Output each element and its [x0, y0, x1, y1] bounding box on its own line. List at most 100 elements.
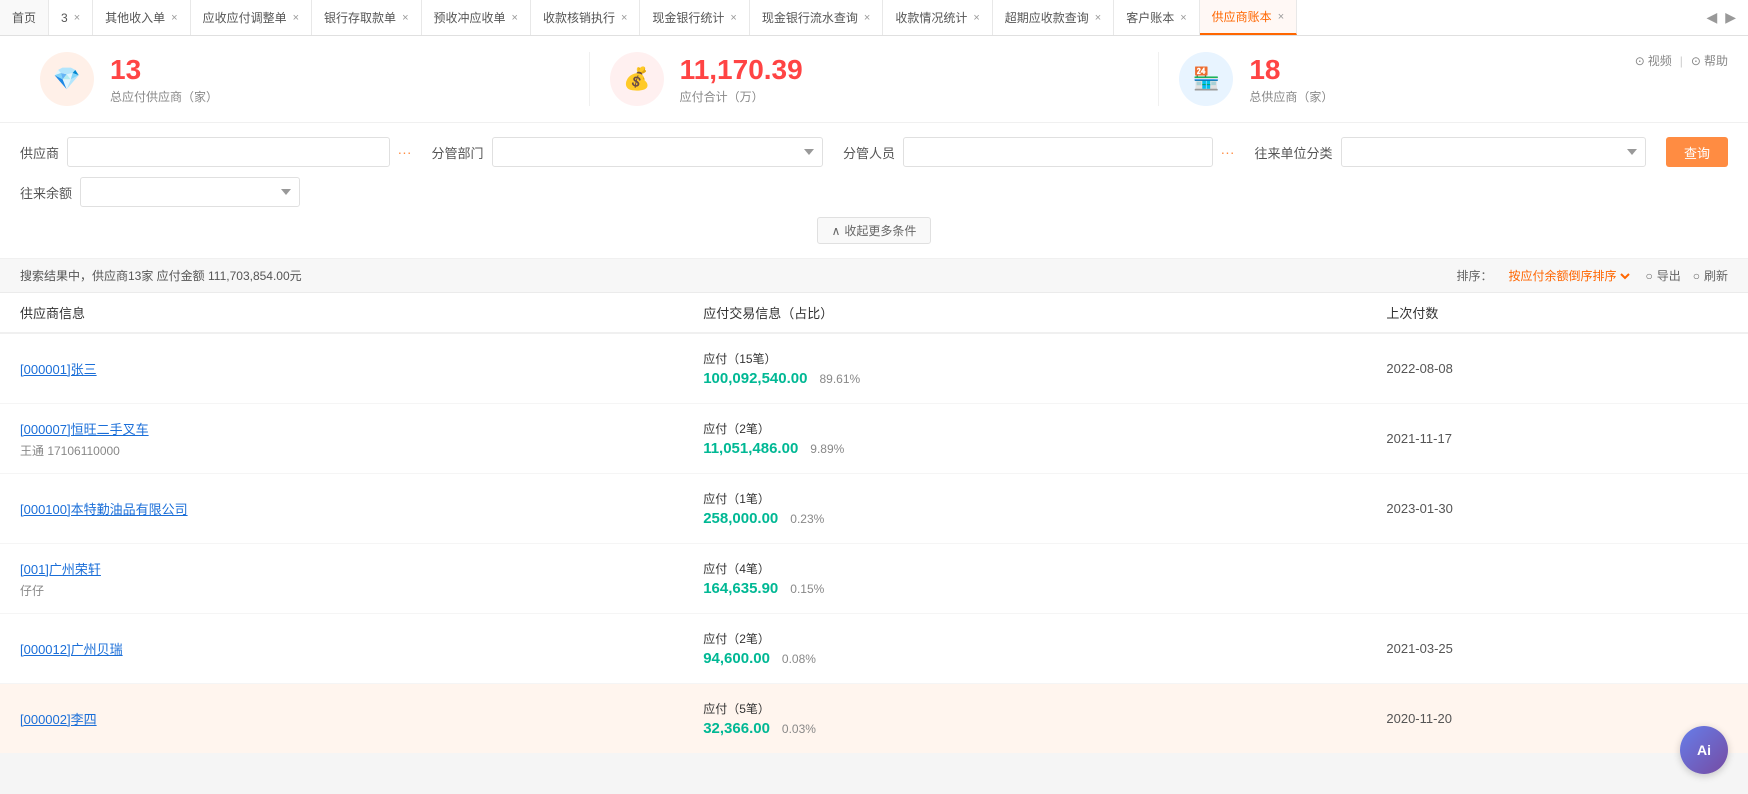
- tab-close-customer-account[interactable]: ×: [1180, 12, 1186, 24]
- stat-icon-payable-total: 💰: [610, 52, 664, 106]
- tab-close-bank-deposit[interactable]: ×: [402, 12, 408, 24]
- stat-label-payable-total: 应付合计（万）: [680, 88, 803, 105]
- table-row: [000007]恒旺二手叉车 王通 17106110000 应付（2笔） 11,…: [0, 404, 1748, 474]
- tab-close-cash-bank-flow[interactable]: ×: [864, 12, 870, 24]
- stats-header: 💎 13 总应付供应商（家） 💰 11,170.39 应付合计（万） 🏪 18 …: [0, 36, 1748, 123]
- tab-close-cash-bank-stat[interactable]: ×: [730, 12, 736, 24]
- nav-tab-overdue-query[interactable]: 超期应收款查询 ×: [993, 0, 1114, 35]
- tab-label-other-income: 其他收入单: [105, 9, 165, 26]
- last-pay: 2020-11-20: [1386, 711, 1728, 726]
- nav-tab-receipt-stat[interactable]: 收款情况统计 ×: [883, 0, 992, 35]
- table-body: [000001]张三 应付（15笔） 100,092,540.00 89.61%…: [0, 334, 1748, 754]
- nav-tab-advance-collect[interactable]: 预收冲应收单×: [422, 0, 531, 35]
- last-pay: 2021-11-17: [1386, 431, 1728, 446]
- nav-tab-bank-deposit[interactable]: 银行存取款单×: [312, 0, 421, 35]
- tab-label-cash-bank-flow: 现金银行流水查询: [762, 9, 858, 26]
- nav-tab-cash-bank-stat[interactable]: 现金银行统计 ×: [640, 0, 749, 35]
- nav-tab-cash-bank-flow[interactable]: 现金银行流水查询 ×: [750, 0, 883, 35]
- results-bar: 搜索结果中，供应商13家 应付金额 111,703,854.00元 排序： 按应…: [0, 259, 1748, 293]
- tx-label: 应付（1笔）: [703, 490, 1386, 507]
- person-ellipsis[interactable]: ···: [1221, 144, 1235, 160]
- tx-amount: 11,051,486.00: [703, 440, 798, 457]
- tx-cell: 应付（5笔） 32,366.00 0.03%: [703, 700, 1386, 737]
- nav-prev-arrow[interactable]: ◀: [1702, 9, 1721, 26]
- stat-value-payable-suppliers: 13: [110, 54, 218, 86]
- video-link[interactable]: ⊙ 视频: [1635, 52, 1672, 69]
- tab-close-ap-adjust[interactable]: ×: [293, 12, 299, 24]
- tx-cell: 应付（2笔） 11,051,486.00 9.89%: [703, 420, 1386, 457]
- tab-close-receipt-verify[interactable]: ×: [621, 12, 627, 24]
- nav-tab-supplier-account[interactable]: 供应商账本 ×: [1200, 0, 1297, 35]
- stat-text-total-suppliers: 18 总供应商（家）: [1249, 54, 1333, 105]
- header-actions: ⊙ 视频 | ⊙ 帮助: [1635, 52, 1728, 69]
- tab-close-overdue-query[interactable]: ×: [1095, 12, 1101, 24]
- tx-row: 100,092,540.00 89.61%: [703, 370, 1386, 387]
- supplier-input[interactable]: [67, 137, 389, 167]
- nav-next-arrow[interactable]: ▶: [1721, 9, 1740, 26]
- stat-text-payable-total: 11,170.39 应付合计（万）: [680, 54, 803, 105]
- supplier-label: 供应商: [20, 143, 59, 162]
- ai-button[interactable]: Ai: [1680, 726, 1728, 774]
- nav-tab-other-income[interactable]: 其他收入单 ×: [93, 0, 190, 35]
- stat-value-total-suppliers: 18: [1249, 54, 1333, 86]
- stat-label-total-suppliers: 总供应商（家）: [1249, 88, 1333, 105]
- tab-close-tab3[interactable]: ×: [74, 12, 80, 24]
- sort-label: 排序：: [1456, 267, 1492, 284]
- supplier-cell: [000001]张三: [20, 359, 703, 378]
- refresh-icon: ○: [1693, 269, 1700, 283]
- export-button[interactable]: ○ 导出: [1645, 267, 1680, 284]
- tx-label: 应付（4笔）: [703, 560, 1386, 577]
- export-icon: ○: [1645, 269, 1652, 283]
- supplier-link[interactable]: [000012]广州贝瑞: [20, 639, 703, 658]
- person-input[interactable]: [903, 137, 1212, 167]
- tab-label-receipt-stat: 收款情况统计: [895, 9, 967, 26]
- refresh-button[interactable]: ○ 刷新: [1693, 267, 1728, 284]
- nav-tab-customer-account[interactable]: 客户账本×: [1114, 0, 1199, 35]
- data-table: 供应商信息 应付交易信息（占比） 上次付数 [000001]张三 应付（15笔）…: [0, 293, 1748, 754]
- help-link[interactable]: ⊙ 帮助: [1691, 52, 1728, 69]
- stat-value-payable-total: 11,170.39: [680, 54, 803, 86]
- tab-close-advance-collect[interactable]: ×: [512, 12, 518, 24]
- tab-label-cash-bank-stat: 现金银行统计: [652, 9, 724, 26]
- table-row: [000002]李四 应付（5笔） 32,366.00 0.03% 2020-1…: [0, 684, 1748, 754]
- search-button[interactable]: 查询: [1666, 137, 1728, 167]
- supplier-link[interactable]: [000001]张三: [20, 359, 703, 378]
- supplier-link[interactable]: [000100]本特勤油品有限公司: [20, 499, 703, 518]
- tab-close-receipt-stat[interactable]: ×: [973, 12, 979, 24]
- tx-amount: 100,092,540.00: [703, 370, 807, 387]
- last-pay: 2023-01-30: [1386, 501, 1728, 516]
- supplier-link[interactable]: [001]广州荣轩: [20, 559, 703, 578]
- tab-close-supplier-account[interactable]: ×: [1278, 11, 1284, 23]
- video-icon: ⊙: [1635, 54, 1645, 68]
- tab-label-overdue-query: 超期应收款查询: [1005, 9, 1089, 26]
- tab-close-other-income[interactable]: ×: [171, 12, 177, 24]
- stat-label-payable-suppliers: 总应付供应商（家）: [110, 88, 218, 105]
- tx-row: 258,000.00 0.23%: [703, 510, 1386, 527]
- unit-class-select[interactable]: [1341, 137, 1646, 167]
- top-nav: 首页3×其他收入单×应收应付调整单×银行存取款单×预收冲应收单×收款核销执行×现…: [0, 0, 1748, 36]
- nav-tab-ap-adjust[interactable]: 应收应付调整单×: [191, 0, 312, 35]
- help-icon: ⊙: [1691, 54, 1701, 68]
- supplier-link[interactable]: [000007]恒旺二手叉车: [20, 419, 703, 438]
- nav-tab-tab3[interactable]: 3×: [49, 0, 93, 35]
- dept-select[interactable]: [492, 137, 823, 167]
- person-label: 分管人员: [843, 143, 895, 162]
- tab-label-home: 首页: [12, 9, 36, 26]
- tx-row: 32,366.00 0.03%: [703, 720, 1386, 737]
- supplier-ellipsis[interactable]: ···: [398, 144, 412, 160]
- tx-percent: 0.15%: [790, 582, 824, 596]
- supplier-link[interactable]: [000002]李四: [20, 709, 703, 728]
- filter-row-1: 供应商 ··· 分管部门 分管人员 ··· 往来单位分类 查询: [20, 137, 1728, 167]
- sort-select[interactable]: 按应付余额倒序排序 按应付余额升序排序: [1504, 268, 1633, 284]
- nav-tab-receipt-verify[interactable]: 收款核销执行×: [531, 0, 640, 35]
- balance-select[interactable]: 正余额 负余额: [80, 177, 300, 207]
- tx-cell: 应付（15笔） 100,092,540.00 89.61%: [703, 350, 1386, 387]
- filter-row-2: 往来余额 正余额 负余额: [20, 177, 1728, 207]
- table-row: [001]广州荣轩 仔仔 应付（4笔） 164,635.90 0.15%: [0, 544, 1748, 614]
- tx-percent: 0.03%: [782, 722, 816, 736]
- collapse-button[interactable]: ∧ 收起更多条件: [817, 217, 932, 244]
- results-info: 搜索结果中，供应商13家 应付金额 111,703,854.00元: [20, 267, 302, 284]
- tx-row: 164,635.90 0.15%: [703, 580, 1386, 597]
- tab-label-supplier-account: 供应商账本: [1212, 8, 1272, 25]
- nav-tab-home[interactable]: 首页: [0, 0, 49, 35]
